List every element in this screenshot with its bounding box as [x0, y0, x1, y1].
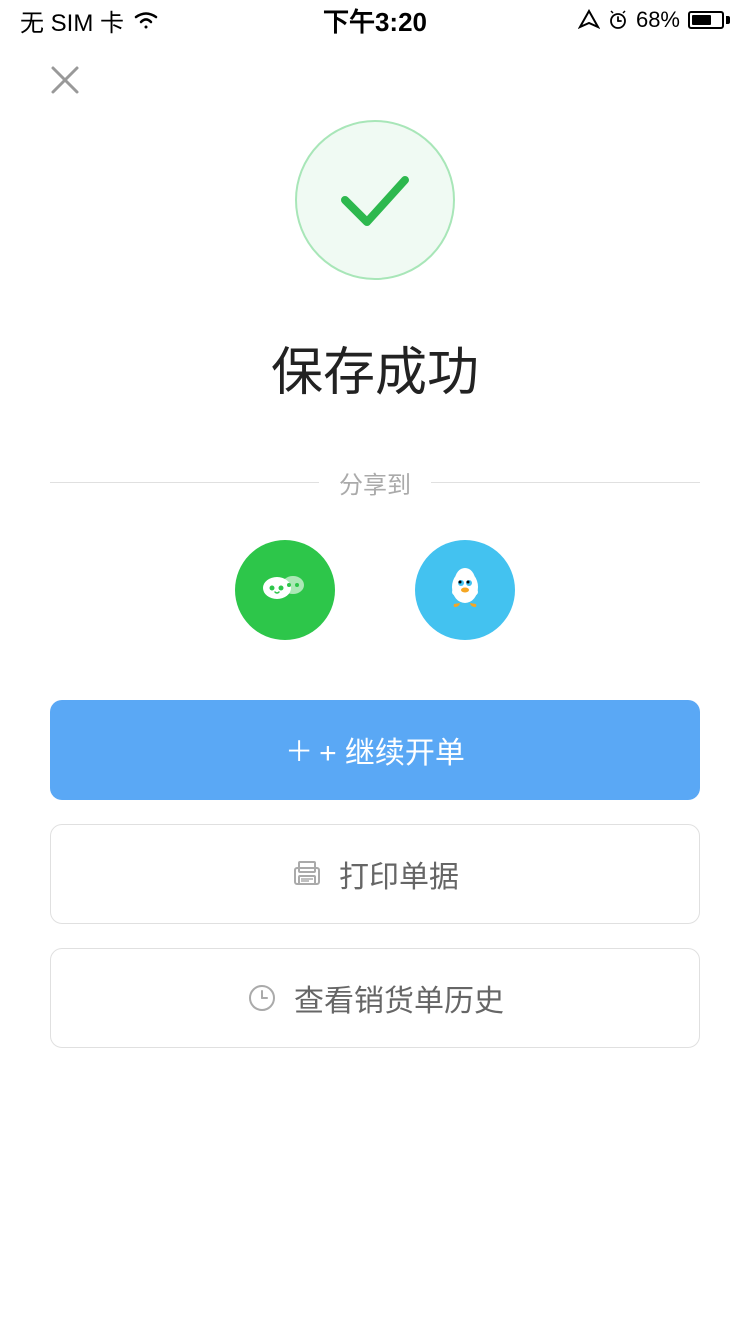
share-section: 分享到 — [0, 465, 750, 640]
plus-icon: ＋ — [285, 730, 313, 770]
main-content: 保存成功 分享到 — [0, 40, 750, 1048]
right-divider — [431, 482, 700, 483]
success-icon-circle — [295, 120, 455, 280]
print-icon — [291, 858, 323, 890]
wechat-icon — [255, 560, 315, 620]
status-bar: 无 SIM 卡 下午3:20 68% — [0, 0, 750, 40]
history-icon — [246, 982, 278, 1014]
history-button[interactable]: 查看销货单历史 — [50, 948, 700, 1048]
location-icon — [578, 9, 600, 31]
battery-percentage: 68% — [636, 7, 680, 33]
qq-icon — [435, 560, 495, 620]
battery-icon — [688, 11, 730, 29]
left-divider — [50, 482, 319, 483]
history-label: 查看销货单历史 — [294, 976, 504, 1020]
status-right: 68% — [578, 7, 730, 33]
close-icon — [49, 64, 81, 96]
qq-share-button[interactable] — [415, 540, 515, 640]
status-left: 无 SIM 卡 — [20, 3, 160, 38]
share-divider-row: 分享到 — [50, 465, 700, 500]
print-button[interactable]: 打印单据 — [50, 824, 700, 924]
checkmark-icon — [330, 155, 420, 245]
close-button[interactable] — [40, 55, 90, 105]
wifi-icon — [132, 9, 160, 31]
continue-button[interactable]: ＋ + 继续开单 — [50, 700, 700, 800]
continue-label: + 继续开单 — [319, 728, 465, 772]
success-title: 保存成功 — [271, 330, 479, 405]
status-time: 下午3:20 — [323, 2, 427, 39]
buttons-section: ＋ + 继续开单 打印单据 查看销货单历史 — [0, 700, 750, 1048]
wechat-share-button[interactable] — [235, 540, 335, 640]
share-label: 分享到 — [319, 465, 431, 500]
alarm-icon — [608, 10, 628, 30]
share-icons-row — [50, 540, 700, 640]
no-sim-text: 无 SIM 卡 — [20, 3, 124, 38]
print-label: 打印单据 — [339, 852, 459, 896]
